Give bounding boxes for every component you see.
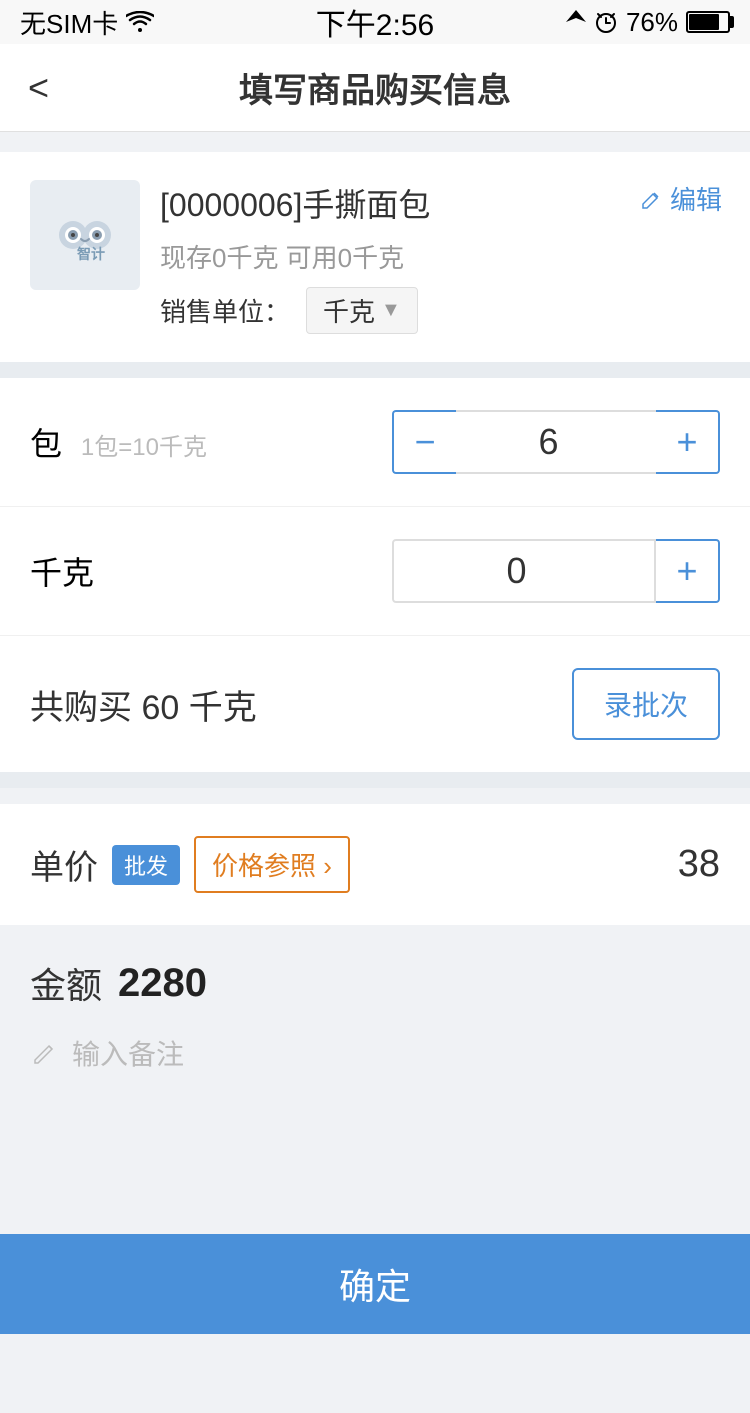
edit-label: 编辑 [670,180,722,217]
product-thumbnail: 智计 [30,180,140,290]
total-row: 共购买 60 千克 录批次 [0,636,750,772]
price-section: 单价 批发 价格参照 › 38 [0,804,750,925]
price-reference-button[interactable]: 价格参照 › [194,836,350,893]
package-quantity-input[interactable] [456,410,656,474]
battery-percent: 76% [626,7,678,38]
amount-section: 金额 2280 输入备注 [0,925,750,1093]
product-unit-row: 销售单位： 千克 ▼ [160,287,720,334]
section-divider-1 [0,362,750,378]
kg-label-group: 千克 [30,548,94,594]
kg-quantity-row: 千克 + [0,507,750,636]
price-row: 单价 批发 价格参照 › 38 [30,836,720,893]
back-button[interactable]: < [28,67,49,109]
package-quantity-row: 包 1包=10千克 − + [0,378,750,507]
price-label-group: 单价 批发 价格参照 › [30,836,350,893]
package-decrement-button[interactable]: − [392,410,456,474]
nav-bar: < 填写商品购买信息 [0,44,750,132]
total-label: 共购买 60 千克 [30,680,257,729]
price-label: 单价 [30,840,98,889]
note-row[interactable]: 输入备注 [30,1033,720,1073]
unit-dropdown-arrow: ▼ [381,299,401,322]
unit-value: 千克 [323,292,375,329]
carrier-label: 无SIM卡 [20,4,118,41]
package-sub-label: 1包=10千克 [81,434,207,461]
unit-selector[interactable]: 千克 ▼ [306,287,418,334]
status-bar: 无SIM卡 下午2:56 76% [0,0,750,44]
package-label: 包 [30,426,62,462]
price-tag: 批发 [112,845,180,885]
owl-logo: 智计 [49,207,121,263]
amount-row: 金额 2280 [30,957,720,1009]
confirm-button[interactable]: 确定 [0,1234,750,1334]
status-right: 76% [566,7,730,38]
unit-label: 销售单位： [160,292,290,329]
product-card: 智计 [0000006]手撕面包 现存0千克 可用0千克 销售单位： 千克 ▼ … [0,152,750,362]
wifi-icon [126,11,154,33]
battery-icon [686,11,730,33]
edit-button[interactable]: 编辑 [640,180,722,217]
product-info: [0000006]手撕面包 现存0千克 可用0千克 销售单位： 千克 ▼ [160,180,720,334]
alarm-icon [594,10,618,34]
kg-quantity-input[interactable] [392,539,656,603]
package-increment-button[interactable]: + [656,410,720,474]
kg-label: 千克 [30,555,94,591]
status-left: 无SIM卡 [20,4,154,41]
note-placeholder: 输入备注 [72,1033,184,1073]
page-title: 填写商品购买信息 [239,63,511,112]
package-label-group: 包 1包=10千克 [30,419,207,465]
product-name: [0000006]手撕面包 [160,180,720,226]
amount-value: 2280 [118,961,207,1006]
product-stock: 现存0千克 可用0千克 [160,238,720,275]
pencil-icon [30,1038,60,1068]
record-batch-button[interactable]: 录批次 [572,668,720,740]
location-icon [566,10,586,34]
section-divider-2 [0,772,750,788]
svg-text:智计: 智计 [76,246,105,262]
status-time: 下午2:56 [316,0,434,44]
kg-increment-button[interactable]: + [656,539,720,603]
edit-icon [640,187,664,211]
amount-label: 金额 [30,957,102,1009]
price-value: 38 [678,843,720,886]
kg-quantity-controls: + [392,539,720,603]
package-quantity-controls: − + [392,410,720,474]
